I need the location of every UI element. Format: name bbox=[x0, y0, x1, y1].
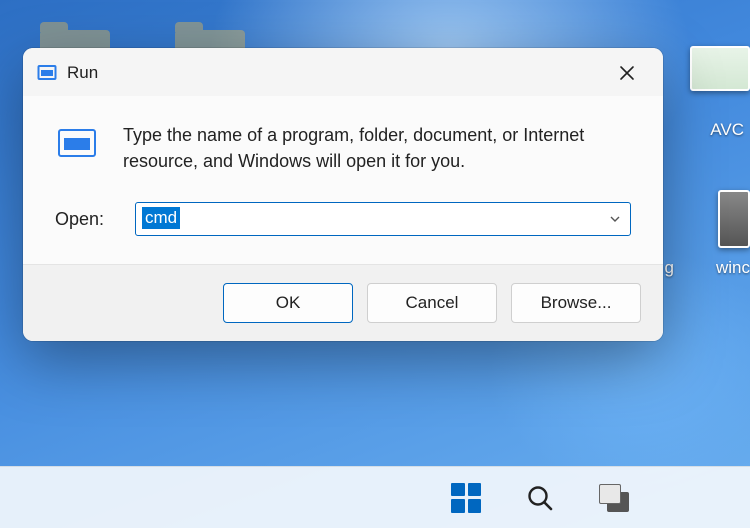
task-view-button[interactable] bbox=[591, 475, 637, 521]
taskbar bbox=[0, 466, 750, 528]
open-row: Open: cmd bbox=[23, 184, 663, 264]
close-button[interactable] bbox=[605, 58, 649, 88]
desktop-icon-label: g bbox=[665, 258, 674, 278]
run-large-icon bbox=[55, 122, 99, 166]
task-view-icon bbox=[599, 484, 629, 512]
desktop-thumbnail bbox=[690, 46, 750, 91]
windows-logo-icon bbox=[451, 483, 481, 513]
combobox-dropdown-button[interactable] bbox=[600, 213, 630, 225]
browse-button[interactable]: Browse... bbox=[511, 283, 641, 323]
run-dialog: Run Type the name of a program, folder, … bbox=[23, 48, 663, 341]
ok-button[interactable]: OK bbox=[223, 283, 353, 323]
start-button[interactable] bbox=[443, 475, 489, 521]
desktop-icon-label: winc bbox=[716, 258, 750, 278]
open-input[interactable] bbox=[136, 205, 600, 233]
dialog-title: Run bbox=[67, 63, 605, 83]
open-combobox[interactable]: cmd bbox=[135, 202, 631, 236]
search-icon bbox=[525, 483, 555, 513]
taskbar-search-button[interactable] bbox=[517, 475, 563, 521]
close-icon bbox=[619, 65, 635, 81]
button-row: OK Cancel Browse... bbox=[23, 264, 663, 341]
dialog-description: Type the name of a program, folder, docu… bbox=[123, 122, 631, 174]
run-app-icon bbox=[37, 63, 57, 83]
dialog-body: Type the name of a program, folder, docu… bbox=[23, 96, 663, 184]
open-label: Open: bbox=[55, 209, 115, 230]
cancel-button[interactable]: Cancel bbox=[367, 283, 497, 323]
titlebar: Run bbox=[23, 48, 663, 96]
chevron-down-icon bbox=[609, 213, 621, 225]
desktop-thumbnail bbox=[718, 190, 750, 248]
desktop-icon-label: AVC bbox=[710, 120, 744, 140]
